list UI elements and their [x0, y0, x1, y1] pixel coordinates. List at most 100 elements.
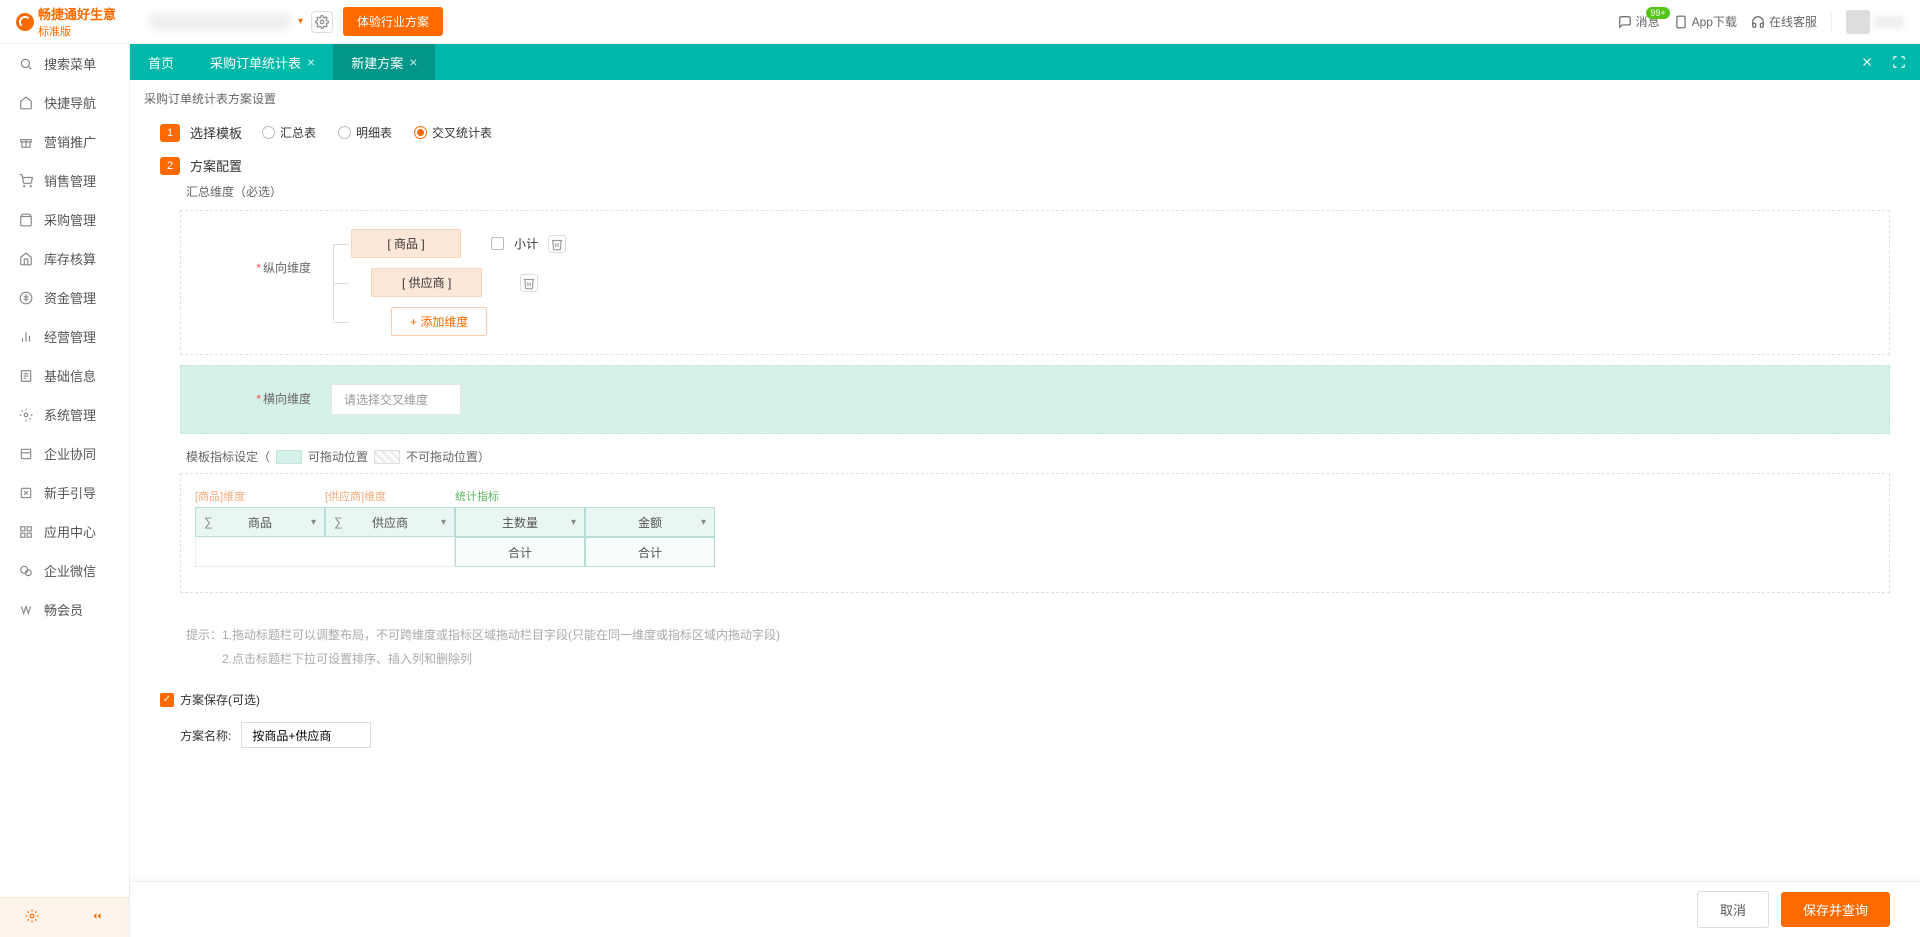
fullscreen-icon[interactable] [1886, 49, 1912, 75]
messages-link[interactable]: 消息 99+ [1618, 13, 1660, 30]
grid-total-amount: 合计 [585, 537, 715, 567]
gear-icon [18, 407, 34, 423]
template-radio-0[interactable]: 汇总表 [262, 124, 316, 141]
org-name-blur [150, 14, 290, 30]
house-icon [18, 251, 34, 267]
cart-icon [18, 173, 34, 189]
sidebar-item-label: 应用中心 [44, 522, 96, 541]
sidebar-item-5[interactable]: 库存核算 [0, 239, 129, 278]
sidebar-item-10[interactable]: 企业协同 [0, 434, 129, 473]
try-solution-button[interactable]: 体验行业方案 [343, 7, 443, 36]
save-scheme-checkbox-row[interactable]: ✓ 方案保存(可选) [160, 691, 1890, 708]
phone-icon [1674, 15, 1688, 29]
vertical-dim-label: *纵向维度 [211, 229, 311, 276]
brand-edition: 标准版 [38, 23, 116, 39]
add-dimension-button[interactable]: + 添加维度 [391, 307, 487, 336]
gear-icon[interactable] [25, 909, 39, 926]
delete-dim-icon[interactable] [548, 235, 566, 253]
template-radio-2[interactable]: 交叉统计表 [414, 124, 492, 141]
search-icon [18, 56, 34, 72]
step1-num: 1 [160, 124, 180, 142]
grid-total-qty: 合计 [455, 537, 585, 567]
grid-header-amount[interactable]: 金额▾ [585, 507, 715, 537]
sidebar-item-label: 采购管理 [44, 210, 96, 229]
legend-draggable-icon [276, 450, 302, 464]
sidebar-item-label: 快捷导航 [44, 93, 96, 112]
sidebar-item-label: 库存核算 [44, 249, 96, 268]
wechat-icon [18, 563, 34, 579]
money-icon [18, 290, 34, 306]
sidebar-item-4[interactable]: 采购管理 [0, 200, 129, 239]
vip-icon [18, 602, 34, 618]
sidebar-item-11[interactable]: 新手引导 [0, 473, 129, 512]
org-selector[interactable]: ▾ [150, 14, 311, 30]
delete-dim-icon[interactable] [520, 274, 538, 292]
tab-0[interactable]: 首页 [130, 44, 192, 80]
sidebar-item-label: 企业微信 [44, 561, 96, 580]
sidebar-item-3[interactable]: 销售管理 [0, 161, 129, 200]
summary-dim-title: 汇总维度（必选） [180, 183, 1890, 200]
radio-icon [262, 126, 275, 139]
radio-icon [338, 126, 351, 139]
bag-icon [18, 212, 34, 228]
tab-1[interactable]: 采购订单统计表× [192, 44, 333, 80]
step2-num: 2 [160, 157, 180, 175]
indicator-settings-title: 模板指标设定（ 可拖动位置 不可拖动位置） [186, 448, 1890, 465]
sidebar-item-8[interactable]: 基础信息 [0, 356, 129, 395]
home-icon [18, 95, 34, 111]
username-blur [1874, 16, 1904, 28]
sidebar-item-7[interactable]: 经营管理 [0, 317, 129, 356]
checkbox-checked-icon[interactable]: ✓ [160, 693, 174, 707]
cancel-button[interactable]: 取消 [1697, 891, 1769, 928]
grid-header-supplier[interactable]: ∑供应商▾ [325, 507, 455, 537]
chevron-down-icon: ▾ [571, 517, 576, 528]
chevron-down-icon: ▾ [441, 517, 446, 528]
tab-2[interactable]: 新建方案× [333, 44, 435, 80]
sidebar: 搜索菜单快捷导航营销推广销售管理采购管理库存核算资金管理经营管理基础信息系统管理… [0, 44, 130, 937]
save-scheme-label: 方案保存(可选) [180, 691, 260, 708]
logo-icon [16, 13, 34, 31]
app-download-link[interactable]: App下载 [1674, 13, 1737, 30]
sidebar-item-12[interactable]: 应用中心 [0, 512, 129, 551]
sidebar-item-label: 畅会员 [44, 600, 83, 619]
sidebar-item-label: 搜索菜单 [44, 54, 96, 73]
team-icon [18, 446, 34, 462]
subtotal-label: 小计 [514, 235, 538, 252]
layout-label-dim1: [商品]维度 [195, 488, 325, 504]
close-all-tabs-icon[interactable] [1854, 49, 1880, 75]
grid-header-product[interactable]: ∑商品▾ [195, 507, 325, 537]
support-link[interactable]: 在线客服 [1751, 13, 1817, 30]
sidebar-item-13[interactable]: 企业微信 [0, 551, 129, 590]
sidebar-item-14[interactable]: 畅会员 [0, 590, 129, 629]
step2-label: 方案配置 [190, 156, 242, 175]
doc-icon [18, 368, 34, 384]
sidebar-item-2[interactable]: 营销推广 [0, 122, 129, 161]
layout-label-dim2: [供应商]维度 [325, 488, 455, 504]
step1-row: 1 选择模板 汇总表明细表交叉统计表 [160, 123, 1890, 142]
scheme-name-input[interactable] [241, 722, 371, 748]
close-icon[interactable]: × [307, 54, 315, 70]
avatar-icon [1846, 10, 1870, 34]
collapse-icon[interactable] [90, 909, 104, 926]
cross-dimension-select[interactable]: 请选择交叉维度 [331, 384, 461, 415]
user-menu[interactable] [1846, 10, 1904, 34]
logo: 畅捷通好生意 标准版 [16, 4, 130, 39]
sidebar-item-0[interactable]: 搜索菜单 [0, 44, 129, 83]
subtotal-checkbox[interactable] [491, 237, 504, 250]
settings-icon[interactable] [311, 11, 333, 33]
breadcrumb: 采购订单统计表方案设置 [130, 80, 1920, 117]
grid-header-qty[interactable]: 主数量▾ [455, 507, 585, 537]
template-radio-1[interactable]: 明细表 [338, 124, 392, 141]
sidebar-item-9[interactable]: 系统管理 [0, 395, 129, 434]
chart-icon [18, 329, 34, 345]
dim-chip-supplier[interactable]: [ 供应商 ] [371, 268, 482, 297]
radio-icon [414, 126, 427, 139]
sidebar-item-6[interactable]: 资金管理 [0, 278, 129, 317]
sidebar-item-label: 经营管理 [44, 327, 96, 346]
sidebar-item-1[interactable]: 快捷导航 [0, 83, 129, 122]
save-query-button[interactable]: 保存并查询 [1781, 892, 1890, 927]
dim-chip-product[interactable]: [ 商品 ] [351, 229, 461, 258]
close-icon[interactable]: × [409, 54, 417, 70]
sidebar-item-label: 营销推广 [44, 132, 96, 151]
chevron-down-icon: ▾ [701, 517, 706, 528]
